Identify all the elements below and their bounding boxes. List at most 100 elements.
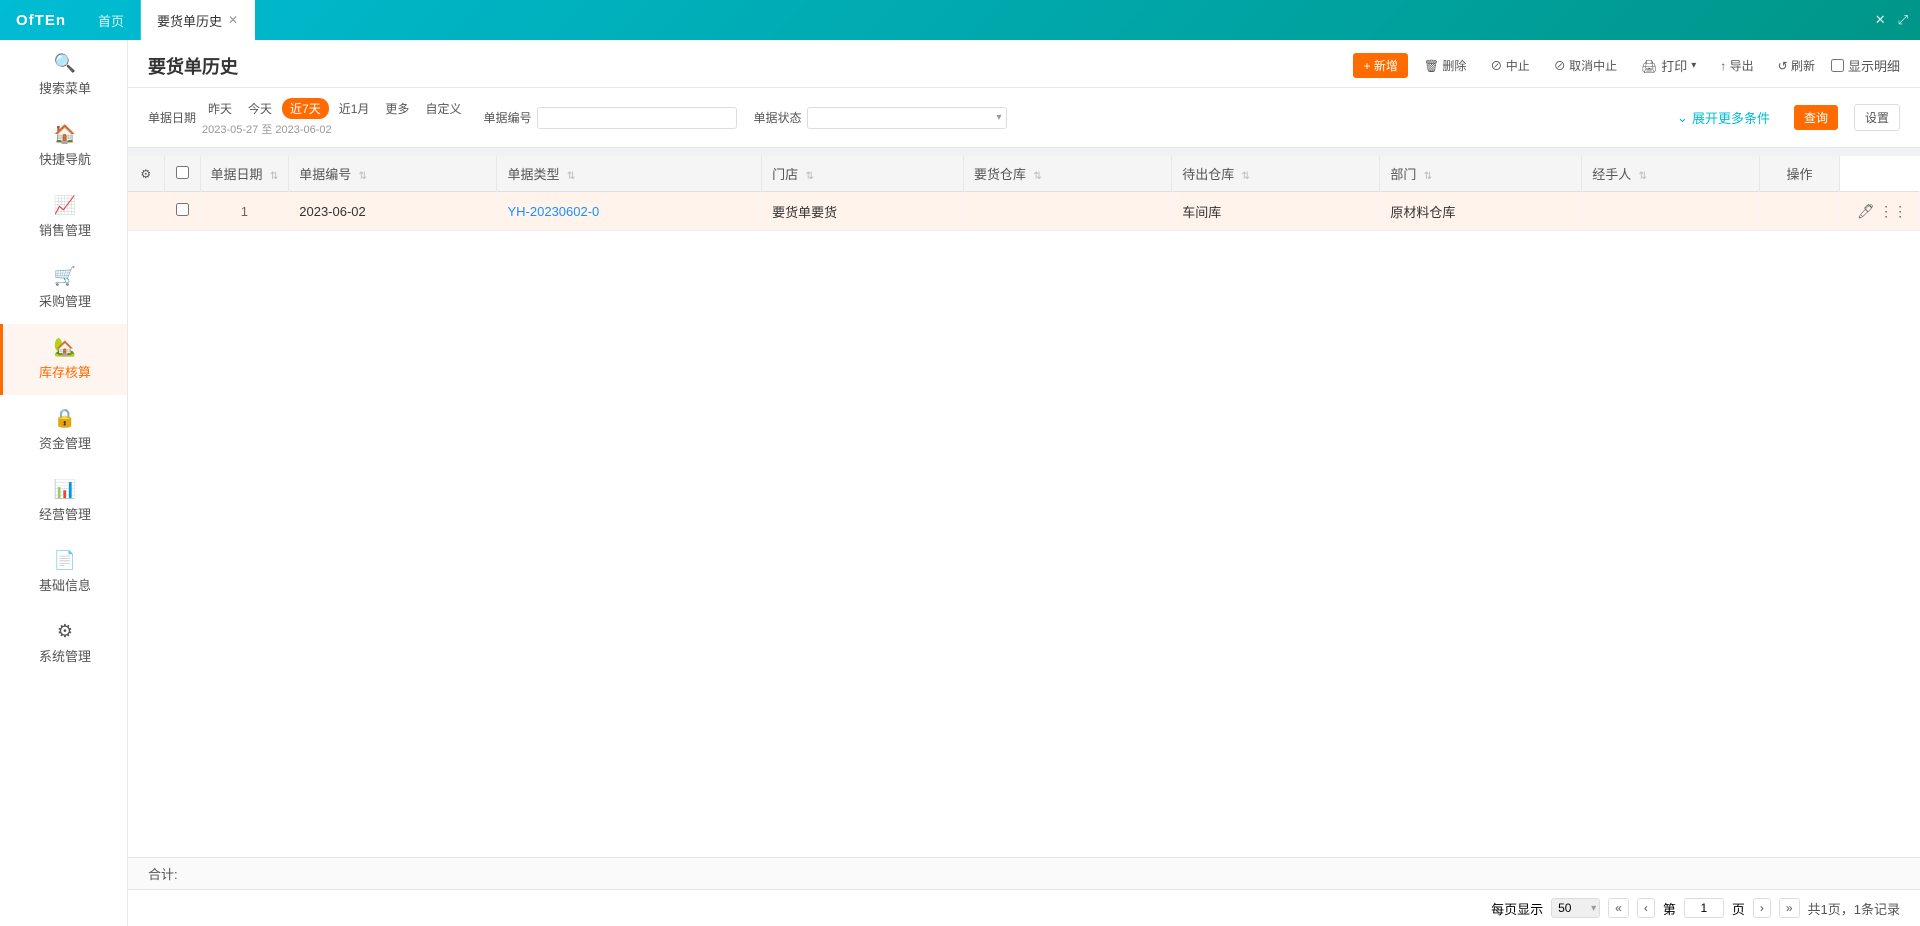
next-page-button[interactable]: › bbox=[1753, 898, 1771, 918]
sidebar-item-sales-mgmt[interactable]: 📈 销售管理 bbox=[0, 182, 127, 253]
table-footer: 合计: bbox=[128, 857, 1920, 889]
th-out-warehouse[interactable]: 待出仓库 ⇅ bbox=[1172, 156, 1380, 192]
refresh-button[interactable]: ↺ 刷新 bbox=[1770, 53, 1823, 78]
sidebar-item-finance[interactable]: 🔒 资金管理 bbox=[0, 395, 127, 466]
quick-nav-icon: 🏠 bbox=[54, 125, 76, 143]
tab-home[interactable]: 首页 bbox=[82, 0, 141, 40]
pagination: 每页显示 50 10 20 100 ▾ « ‹ 第 页 › » 共1页，1条记录 bbox=[128, 889, 1920, 926]
shortcut-yesterday[interactable]: 昨天 bbox=[202, 98, 238, 119]
date-shortcuts-wrapper: 昨天 今天 近7天 近1月 更多 自定义 2023-05-27 至 2023-0… bbox=[202, 98, 467, 137]
status-filter-group: 单据状态 ▾ bbox=[753, 107, 1007, 129]
last-page-button[interactable]: » bbox=[1779, 898, 1800, 918]
td-docno[interactable]: YH-20230602-0 bbox=[497, 192, 762, 231]
table-header-row: ⚙ 单据日期 ⇅ 单据编号 ⇅ 单据类型 bbox=[128, 156, 1920, 192]
page-header: 要货单历史 + 新增 🗑 删除 ⊘ 中止 ⊘ 取消中止 🖨 打印 ▾ ↑ 导出 … bbox=[128, 40, 1920, 88]
print-button[interactable]: 🖨 打印 ▾ bbox=[1633, 52, 1704, 79]
date-filter-label: 单据日期 bbox=[148, 109, 196, 126]
prev-page-button[interactable]: ‹ bbox=[1637, 898, 1655, 918]
th-docno[interactable]: 单据编号 ⇅ bbox=[289, 156, 497, 192]
sort-docno-icon: ⇅ bbox=[359, 171, 367, 182]
sort-reqwh-icon: ⇅ bbox=[1033, 171, 1041, 182]
system-icon: ⚙ bbox=[57, 622, 73, 640]
td-store bbox=[963, 192, 1171, 231]
delete-button[interactable]: 🗑 删除 bbox=[1416, 53, 1475, 78]
status-select[interactable] bbox=[807, 107, 1007, 129]
docno-input[interactable] bbox=[537, 107, 737, 129]
sort-store-icon: ⇅ bbox=[806, 171, 814, 182]
date-shortcuts: 昨天 今天 近7天 近1月 更多 自定义 bbox=[202, 98, 467, 119]
select-all-checkbox[interactable] bbox=[176, 166, 189, 179]
stop-button[interactable]: ⊘ 中止 bbox=[1482, 53, 1537, 78]
sidebar-item-search-menu[interactable]: 🔍 搜索菜单 bbox=[0, 40, 127, 111]
sidebar-item-quick-nav[interactable]: 🏠 快捷导航 bbox=[0, 111, 127, 182]
doc-no-link[interactable]: YH-20230602-0 bbox=[507, 204, 599, 219]
export-button[interactable]: ↑ 导出 bbox=[1712, 53, 1761, 78]
query-button[interactable]: 查询 bbox=[1794, 105, 1838, 130]
th-date[interactable]: 单据日期 ⇅ bbox=[200, 156, 289, 192]
sidebar-item-label: 快捷导航 bbox=[39, 149, 91, 168]
tab-home-label: 首页 bbox=[98, 11, 124, 30]
shortcut-more[interactable]: 更多 bbox=[379, 98, 415, 119]
window-maximize-icon[interactable]: ⤢ bbox=[1898, 12, 1908, 28]
sort-outwh-icon: ⇅ bbox=[1242, 171, 1250, 182]
sort-handler-icon: ⇅ bbox=[1639, 171, 1647, 182]
th-ops: 操作 bbox=[1760, 156, 1840, 192]
expand-label: 展开更多条件 bbox=[1692, 108, 1770, 127]
th-dept[interactable]: 部门 ⇅ bbox=[1380, 156, 1582, 192]
first-page-button[interactable]: « bbox=[1608, 898, 1629, 918]
sidebar-item-label: 系统管理 bbox=[39, 646, 91, 665]
sidebar-item-system-mgmt[interactable]: ⚙ 系统管理 bbox=[0, 608, 127, 679]
docno-label: 单据编号 bbox=[483, 109, 531, 126]
new-button[interactable]: + 新增 bbox=[1353, 53, 1407, 78]
display-cell-label: 显示明细 bbox=[1848, 56, 1900, 75]
shortcut-7days[interactable]: 近7天 bbox=[282, 98, 329, 119]
filter-row: 单据日期 昨天 今天 近7天 近1月 更多 自定义 2023-05-27 至 2… bbox=[148, 98, 1900, 137]
tab-requisition-history[interactable]: 要货单历史 ✕ bbox=[141, 0, 255, 40]
th-doctype[interactable]: 单据类型 ⇅ bbox=[497, 156, 762, 192]
page-size-select[interactable]: 50 10 20 100 bbox=[1551, 898, 1600, 918]
sidebar-item-inventory[interactable]: 🏡 库存核算 bbox=[0, 324, 127, 395]
th-req-warehouse[interactable]: 要货仓库 ⇅ bbox=[963, 156, 1171, 192]
tab-close-icon[interactable]: ✕ bbox=[228, 13, 238, 27]
inventory-icon: 🏡 bbox=[54, 338, 76, 356]
th-settings[interactable]: ⚙ bbox=[128, 156, 164, 192]
display-cell-checkbox[interactable] bbox=[1831, 59, 1844, 72]
sidebar-item-label: 资金管理 bbox=[39, 433, 91, 452]
sidebar-item-purchase-mgmt[interactable]: 🛒 采购管理 bbox=[0, 253, 127, 324]
shortcut-custom[interactable]: 自定义 bbox=[419, 98, 467, 119]
status-label: 单据状态 bbox=[753, 109, 801, 126]
content-area: 要货单历史 + 新增 🗑 删除 ⊘ 中止 ⊘ 取消中止 🖨 打印 ▾ ↑ 导出 … bbox=[128, 40, 1920, 926]
td-ops: 🖊 ⋮⋮ bbox=[1840, 192, 1920, 231]
window-close-icon[interactable]: ✕ bbox=[1875, 12, 1886, 28]
td-date: 2023-06-02 bbox=[289, 192, 497, 231]
sidebar-item-basic-info[interactable]: 📄 基础信息 bbox=[0, 537, 127, 608]
page-info: 共1页，1条记录 bbox=[1808, 899, 1900, 918]
td-checkbox bbox=[164, 192, 200, 231]
main-layout: 🔍 搜索菜单 🏠 快捷导航 📈 销售管理 🛒 采购管理 🏡 库存核算 🔒 资金管… bbox=[0, 40, 1920, 926]
tab-list: 首页 要货单历史 ✕ bbox=[82, 0, 255, 40]
row-checkbox[interactable] bbox=[176, 203, 189, 216]
row-edit-icon[interactable]: 🖊 bbox=[1854, 199, 1878, 223]
purchase-icon: 🛒 bbox=[54, 267, 76, 285]
print-dropdown-icon[interactable]: ▾ bbox=[1691, 60, 1696, 71]
cancel-stop-button[interactable]: ⊘ 取消中止 bbox=[1546, 53, 1625, 78]
sidebar-item-operation[interactable]: 📊 经营管理 bbox=[0, 466, 127, 537]
th-handler[interactable]: 经手人 ⇅ bbox=[1582, 156, 1760, 192]
row-more-icon[interactable]: ⋮⋮ bbox=[1881, 199, 1905, 223]
sort-date-icon: ⇅ bbox=[270, 171, 278, 182]
sidebar-item-label: 经营管理 bbox=[39, 504, 91, 523]
shortcut-today[interactable]: 今天 bbox=[242, 98, 278, 119]
setting-button[interactable]: 设置 bbox=[1854, 104, 1900, 131]
sidebar-item-label: 库存核算 bbox=[39, 362, 91, 381]
page-title: 要货单历史 bbox=[148, 53, 238, 79]
table-container[interactable]: ⚙ 单据日期 ⇅ 单据编号 ⇅ 单据类型 bbox=[128, 156, 1920, 857]
page-number-input[interactable] bbox=[1684, 898, 1724, 918]
th-store[interactable]: 门店 ⇅ bbox=[762, 156, 964, 192]
expand-more-button[interactable]: ⌄ 展开更多条件 bbox=[1677, 108, 1770, 127]
td-dept bbox=[1582, 192, 1760, 231]
shortcut-1month[interactable]: 近1月 bbox=[333, 98, 376, 119]
data-table: ⚙ 单据日期 ⇅ 单据编号 ⇅ 单据类型 bbox=[128, 156, 1920, 231]
basic-info-icon: 📄 bbox=[54, 551, 76, 569]
print-label: 🖨 打印 bbox=[1641, 56, 1687, 75]
sort-doctype-icon: ⇅ bbox=[567, 171, 575, 182]
